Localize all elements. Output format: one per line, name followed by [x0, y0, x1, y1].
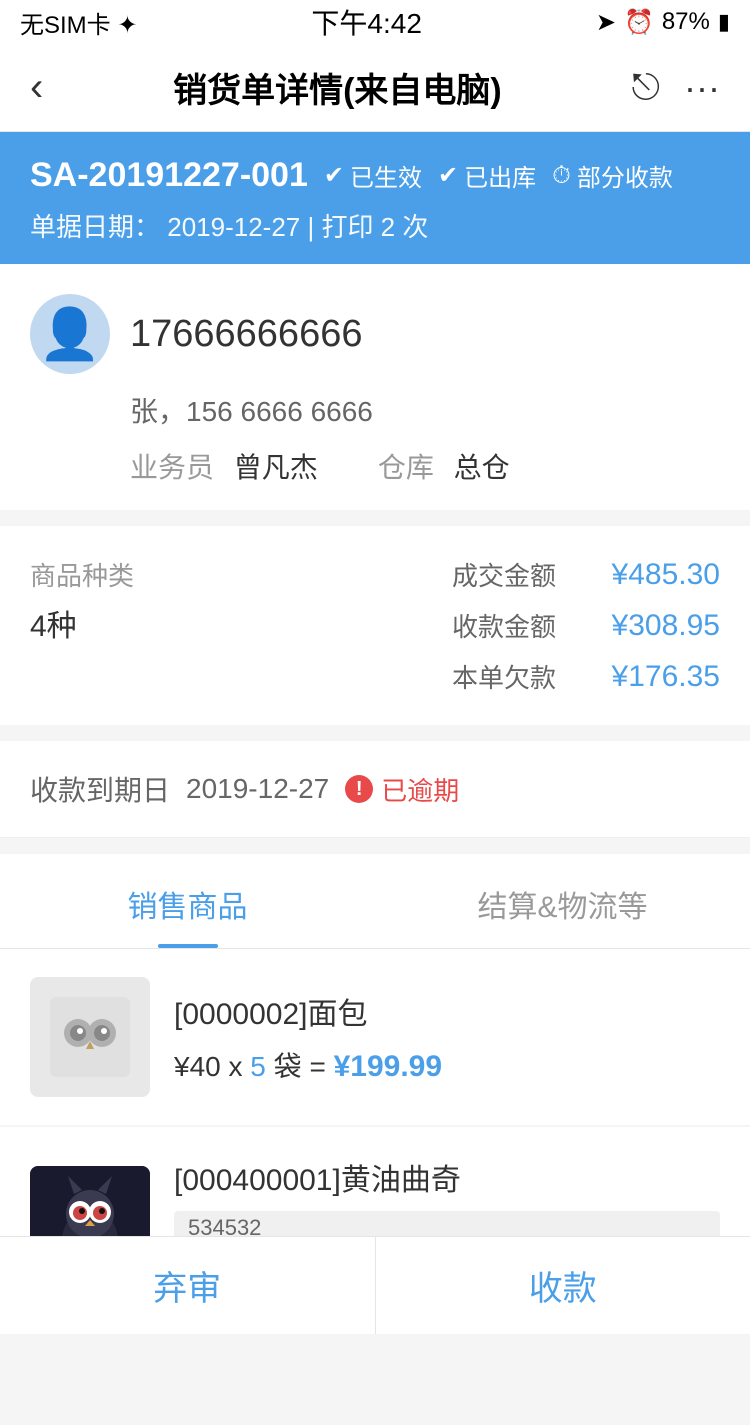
due-label: 收款到期日: [30, 769, 170, 809]
product-info-bread: [0000002]面包 ¥40 x 5 袋 = ¥199.99: [174, 989, 720, 1085]
battery-text: 87%: [662, 8, 710, 36]
debt-amount: ¥176.35: [580, 660, 720, 694]
overdue-badge: ! 已逾期: [345, 771, 459, 808]
product-item: [0000002]面包 ¥40 x 5 袋 = ¥199.99: [0, 949, 750, 1125]
transaction-amount: ¥485.30: [580, 558, 720, 592]
warehouse-value: 总仓: [454, 452, 510, 483]
receipt-amount: ¥308.95: [580, 609, 720, 643]
tab-settlement[interactable]: 结算&物流等: [375, 854, 750, 948]
product-qty-bread: 5: [250, 1051, 266, 1082]
warehouse-group: 仓库 总仓: [378, 446, 510, 486]
product-price-bread: ¥40 x 5 袋 = ¥199.99: [174, 1045, 720, 1085]
carrier-text: 无SIM卡 ✦: [20, 5, 137, 40]
status-bar: 无SIM卡 ✦ 下午4:42 ➤ ⏰ 87% ▮: [0, 0, 750, 44]
check-icon-1: ✔: [324, 161, 344, 190]
status-tag-shipped: ✔ 已出库: [438, 158, 536, 193]
stats-right: 成交金额 ¥485.30 收款金额 ¥308.95 本单欠款 ¥176.35: [452, 556, 720, 695]
customer-phone: 17666666666: [130, 313, 362, 356]
check-icon-2: ✔: [438, 161, 458, 190]
customer-name-phone: 张，156 6666 6666: [30, 390, 720, 430]
stats-section: 商品种类 4种 成交金额 ¥485.30 收款金额 ¥308.95 本单欠款 ¥…: [0, 526, 750, 725]
status-tag-effective: ✔ 已生效: [324, 158, 422, 193]
receipt-row: 收款金额 ¥308.95: [452, 607, 720, 644]
tab-products[interactable]: 销售商品: [0, 854, 375, 948]
more-icon[interactable]: ···: [684, 67, 720, 109]
status-bar-right: ➤ ⏰ 87% ▮: [596, 8, 730, 37]
order-id: SA-20191227-001: [30, 156, 308, 195]
alarm-icon: ⏰: [624, 8, 654, 37]
due-date: 2019-12-27: [186, 773, 329, 805]
battery-icon: ▮: [718, 9, 730, 35]
due-section: 收款到期日 2019-12-27 ! 已逾期: [0, 741, 750, 838]
transaction-label: 成交金额: [452, 556, 556, 593]
sales-person-group: 业务员 曾凡杰: [130, 446, 318, 486]
product-name-cookie: [000400001]黄油曲奇: [174, 1155, 720, 1199]
overdue-dot-icon: !: [345, 775, 373, 803]
debt-row: 本单欠款 ¥176.35: [452, 658, 720, 695]
status-tag-partial: ⏱ 部分收款: [552, 158, 673, 193]
avatar-icon: 👤: [39, 305, 101, 364]
bottom-spacer: [0, 1327, 750, 1425]
clock-icon: ⏱: [552, 162, 571, 190]
stats-left: 商品种类 4种: [30, 556, 134, 645]
category-label: 商品种类: [30, 556, 134, 593]
product-image-bread: [30, 977, 150, 1097]
share-icon[interactable]: ⎋: [632, 66, 660, 109]
bread-placeholder-icon: [50, 997, 130, 1077]
category-count: 4种: [30, 601, 134, 645]
receipt-label: 收款金额: [452, 607, 556, 644]
page-title: 销货单详情(来自电脑): [173, 63, 502, 112]
customer-meta: 业务员 曾凡杰 仓库 总仓: [30, 446, 720, 486]
avatar: 👤: [30, 294, 110, 374]
transaction-row: 成交金额 ¥485.30: [452, 556, 720, 593]
nav-actions: ⎋ ···: [632, 66, 720, 109]
warehouse-label: 仓库: [378, 452, 434, 483]
back-button[interactable]: ‹: [30, 65, 43, 110]
order-header-band: SA-20191227-001 ✔ 已生效 ✔ 已出库 ⏱ 部分收款 单据日期：…: [0, 132, 750, 264]
nav-bar: ‹ 销货单详情(来自电脑) ⎋ ···: [0, 44, 750, 132]
bottom-bar: 弃审 收款: [0, 1236, 750, 1334]
order-date: 单据日期： 2019-12-27 | 打印 2 次: [30, 207, 720, 244]
customer-section: 👤 17666666666 张，156 6666 6666 业务员 曾凡杰 仓库…: [0, 264, 750, 510]
debt-label: 本单欠款: [452, 658, 556, 695]
tabs-section: 销售商品 结算&物流等: [0, 854, 750, 949]
product-total-bread: ¥199.99: [334, 1050, 442, 1083]
status-bar-time: 下午4:42: [311, 2, 422, 42]
product-name-bread: [0000002]面包: [174, 989, 720, 1033]
sales-label: 业务员: [130, 452, 214, 483]
location-icon: ➤: [596, 8, 616, 37]
cancel-button[interactable]: 弃审: [0, 1237, 376, 1334]
status-bar-left: 无SIM卡 ✦: [20, 5, 137, 40]
overdue-text: 已逾期: [381, 771, 459, 808]
confirm-button[interactable]: 收款: [376, 1237, 750, 1334]
sales-person: 曾凡杰: [234, 452, 318, 483]
